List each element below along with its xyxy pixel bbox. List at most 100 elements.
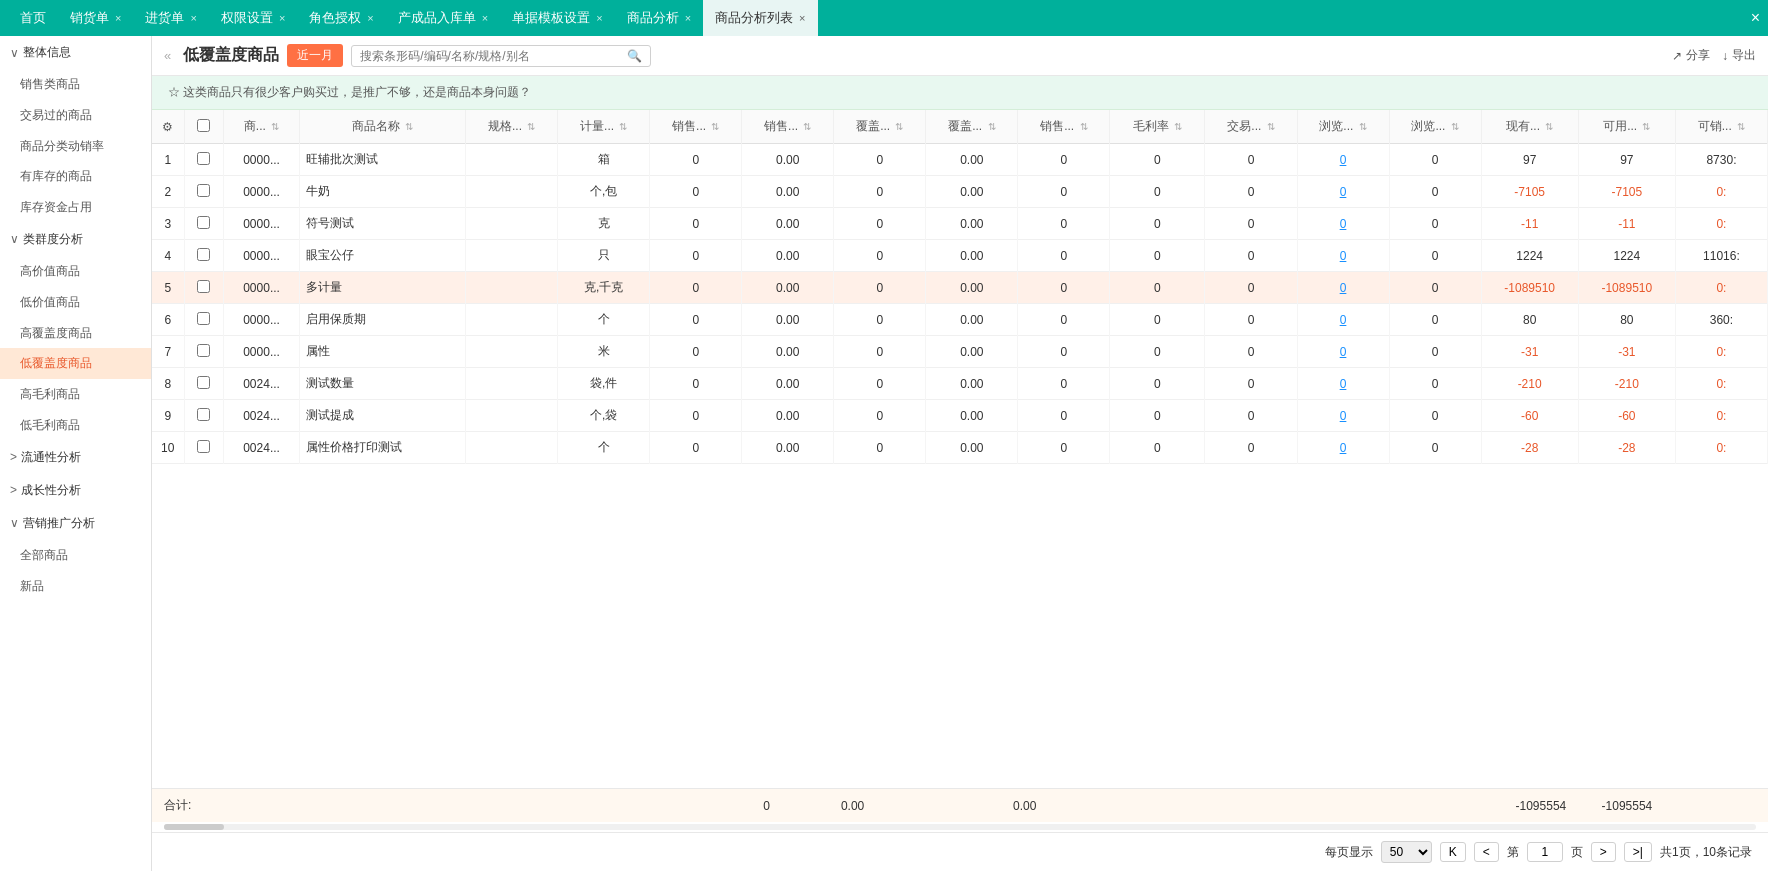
sidebar-section-growth[interactable]: > 成长性分析 bbox=[0, 474, 151, 507]
sidebar-item-new-products[interactable]: 新品 bbox=[0, 571, 151, 602]
nav-sales-order[interactable]: 销货单 × bbox=[58, 0, 133, 36]
td-browse1[interactable]: 0 bbox=[1297, 272, 1389, 304]
th-transaction[interactable]: 交易... ⇅ bbox=[1205, 110, 1297, 144]
td-cov1: 0 bbox=[834, 368, 926, 400]
th-name[interactable]: 商品名称 ⇅ bbox=[299, 110, 465, 144]
nav-permission-settings[interactable]: 权限设置 × bbox=[209, 0, 297, 36]
row-checkbox[interactable] bbox=[197, 280, 210, 293]
th-browse2[interactable]: 浏览... ⇅ bbox=[1389, 110, 1481, 144]
th-sellable[interactable]: 可销... ⇅ bbox=[1675, 110, 1767, 144]
row-checkbox[interactable] bbox=[197, 344, 210, 357]
sidebar-item-traded-products[interactable]: 交易过的商品 bbox=[0, 100, 151, 131]
horizontal-scrollbar[interactable] bbox=[152, 822, 1768, 832]
first-page-button[interactable]: K bbox=[1440, 842, 1466, 862]
sidebar-section-cluster[interactable]: ∨ 类群度分析 bbox=[0, 223, 151, 256]
row-checkbox[interactable] bbox=[197, 312, 210, 325]
nav-home[interactable]: 首页 bbox=[8, 0, 58, 36]
nav-finished-goods[interactable]: 产成品入库单 × bbox=[386, 0, 500, 36]
sidebar-item-category-turnover[interactable]: 商品分类动销率 bbox=[0, 131, 151, 162]
nav-product-analysis-list[interactable]: 商品分析列表 × bbox=[703, 0, 817, 36]
nav-template-settings[interactable]: 单据模板设置 × bbox=[500, 0, 614, 36]
th-unit[interactable]: 计量... ⇅ bbox=[558, 110, 650, 144]
sidebar-section-liquidity[interactable]: > 流通性分析 bbox=[0, 441, 151, 474]
close-icon[interactable]: × bbox=[596, 12, 602, 24]
th-code[interactable]: 商... ⇅ bbox=[224, 110, 300, 144]
select-all-checkbox[interactable] bbox=[197, 119, 210, 132]
last-page-button[interactable]: >| bbox=[1624, 842, 1652, 862]
td-checkbox[interactable] bbox=[184, 432, 224, 464]
td-browse1[interactable]: 0 bbox=[1297, 304, 1389, 336]
sidebar-item-sales-products[interactable]: 销售类商品 bbox=[0, 69, 151, 100]
close-icon[interactable]: × bbox=[279, 12, 285, 24]
close-icon[interactable]: × bbox=[190, 12, 196, 24]
search-input[interactable] bbox=[360, 49, 627, 63]
th-coverage1[interactable]: 覆盖... ⇅ bbox=[834, 110, 926, 144]
close-icon[interactable]: × bbox=[685, 12, 691, 24]
th-spec[interactable]: 规格... ⇅ bbox=[466, 110, 558, 144]
td-checkbox[interactable] bbox=[184, 272, 224, 304]
th-sales3[interactable]: 销售... ⇅ bbox=[1018, 110, 1110, 144]
row-checkbox[interactable] bbox=[197, 376, 210, 389]
sidebar-section-overall[interactable]: ∨ 整体信息 bbox=[0, 36, 151, 69]
row-checkbox[interactable] bbox=[197, 440, 210, 453]
td-browse1[interactable]: 0 bbox=[1297, 368, 1389, 400]
page-number-input[interactable] bbox=[1527, 842, 1563, 862]
td-browse1[interactable]: 0 bbox=[1297, 208, 1389, 240]
td-browse1[interactable]: 0 bbox=[1297, 400, 1389, 432]
nav-role-auth[interactable]: 角色授权 × bbox=[297, 0, 385, 36]
th-current-stock[interactable]: 现有... ⇅ bbox=[1481, 110, 1578, 144]
sidebar-collapse-button[interactable]: « bbox=[164, 48, 171, 63]
close-icon[interactable]: × bbox=[799, 12, 805, 24]
th-settings[interactable]: ⚙ bbox=[152, 110, 184, 144]
th-sales-amt[interactable]: 销售... ⇅ bbox=[742, 110, 834, 144]
export-button[interactable]: ↓ 导出 bbox=[1722, 47, 1756, 64]
td-browse1[interactable]: 0 bbox=[1297, 432, 1389, 464]
th-coverage2[interactable]: 覆盖... ⇅ bbox=[926, 110, 1018, 144]
td-checkbox[interactable] bbox=[184, 400, 224, 432]
prev-page-button[interactable]: < bbox=[1474, 842, 1499, 862]
nav-product-analysis[interactable]: 商品分析 × bbox=[615, 0, 703, 36]
td-checkbox[interactable] bbox=[184, 176, 224, 208]
sidebar-item-high-coverage[interactable]: 高覆盖度商品 bbox=[0, 318, 151, 349]
td-checkbox[interactable] bbox=[184, 368, 224, 400]
th-browse1[interactable]: 浏览... ⇅ bbox=[1297, 110, 1389, 144]
nav-purchase-order[interactable]: 进货单 × bbox=[133, 0, 208, 36]
row-checkbox[interactable] bbox=[197, 216, 210, 229]
sidebar-item-inventory-capital[interactable]: 库存资金占用 bbox=[0, 192, 151, 223]
close-all-tabs-button[interactable]: × bbox=[1751, 9, 1760, 27]
td-checkbox[interactable] bbox=[184, 208, 224, 240]
sidebar-item-low-margin[interactable]: 低毛利商品 bbox=[0, 410, 151, 441]
th-gross-margin[interactable]: 毛利率 ⇅ bbox=[1110, 110, 1205, 144]
td-browse1[interactable]: 0 bbox=[1297, 176, 1389, 208]
next-page-button[interactable]: > bbox=[1591, 842, 1616, 862]
sidebar-item-high-margin[interactable]: 高毛利商品 bbox=[0, 379, 151, 410]
row-checkbox[interactable] bbox=[197, 408, 210, 421]
table-wrapper[interactable]: ⚙ 商... ⇅ 商品名称 ⇅ 规格... ⇅ 计量... ⇅ 销售... ⇅ … bbox=[152, 110, 1768, 788]
td-checkbox[interactable] bbox=[184, 144, 224, 176]
sidebar-item-all-products[interactable]: 全部商品 bbox=[0, 540, 151, 571]
close-icon[interactable]: × bbox=[115, 12, 121, 24]
th-sales-qty[interactable]: 销售... ⇅ bbox=[650, 110, 742, 144]
row-checkbox[interactable] bbox=[197, 184, 210, 197]
td-browse1[interactable]: 0 bbox=[1297, 336, 1389, 368]
sidebar-item-low-value[interactable]: 低价值商品 bbox=[0, 287, 151, 318]
td-browse1[interactable]: 0 bbox=[1297, 144, 1389, 176]
row-checkbox[interactable] bbox=[197, 152, 210, 165]
td-checkbox[interactable] bbox=[184, 336, 224, 368]
share-button[interactable]: ↗ 分享 bbox=[1672, 47, 1710, 64]
close-icon[interactable]: × bbox=[482, 12, 488, 24]
td-checkbox[interactable] bbox=[184, 304, 224, 336]
sidebar-item-stocked-products[interactable]: 有库存的商品 bbox=[0, 161, 151, 192]
row-checkbox[interactable] bbox=[197, 248, 210, 261]
th-available[interactable]: 可用... ⇅ bbox=[1578, 110, 1675, 144]
td-checkbox[interactable] bbox=[184, 240, 224, 272]
per-page-select[interactable]: 50 20 100 bbox=[1381, 841, 1432, 863]
time-filter-button[interactable]: 近一月 bbox=[287, 44, 343, 67]
sidebar-item-high-value[interactable]: 高价值商品 bbox=[0, 256, 151, 287]
td-browse1[interactable]: 0 bbox=[1297, 240, 1389, 272]
th-checkbox[interactable] bbox=[184, 110, 224, 144]
search-icon[interactable]: 🔍 bbox=[627, 49, 642, 63]
close-icon[interactable]: × bbox=[367, 12, 373, 24]
sidebar-section-marketing[interactable]: ∨ 营销推广分析 bbox=[0, 507, 151, 540]
sidebar-item-low-coverage[interactable]: 低覆盖度商品 bbox=[0, 348, 151, 379]
